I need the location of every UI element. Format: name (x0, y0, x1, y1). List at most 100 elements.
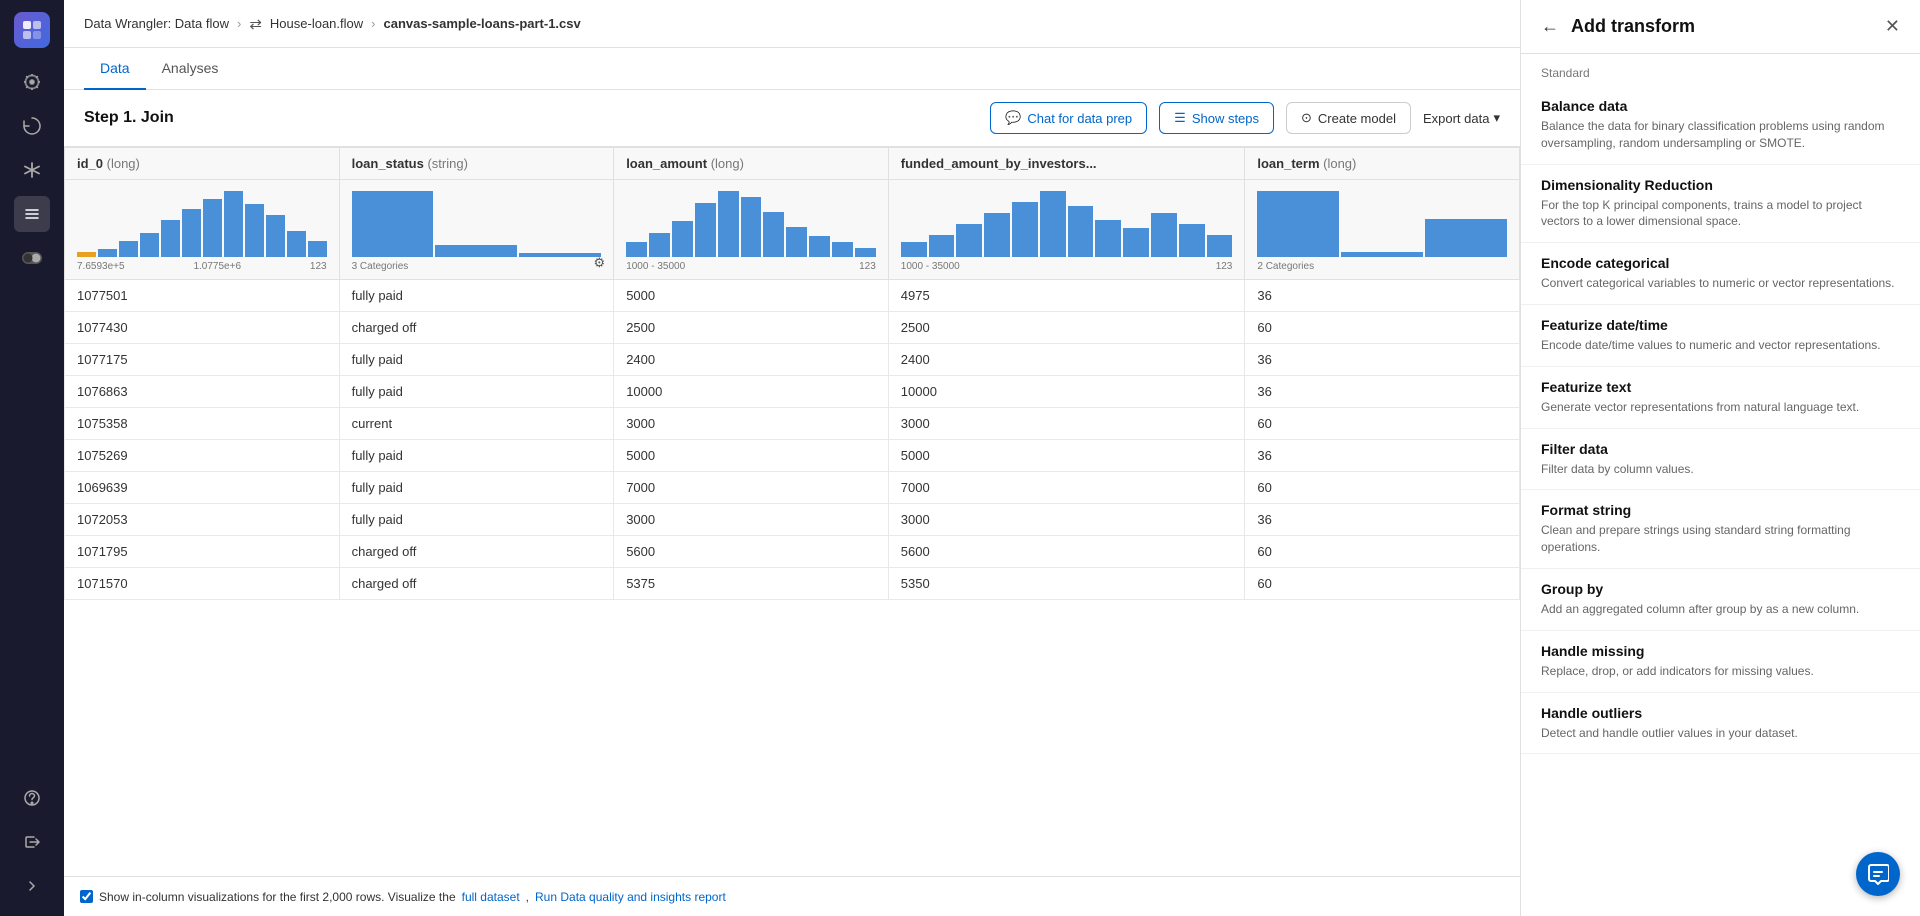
chat-fab[interactable] (1856, 852, 1900, 896)
list-icon[interactable] (14, 196, 50, 232)
refresh-icon[interactable] (14, 108, 50, 144)
gear-icon[interactable] (14, 64, 50, 100)
transform-item[interactable]: Dimensionality ReductionFor the top K pr… (1521, 165, 1920, 244)
hist-bar (119, 241, 138, 257)
hist-bar (308, 241, 327, 257)
bottom-sep: , (526, 890, 529, 904)
transform-name: Handle missing (1541, 643, 1900, 659)
hist-bars-loan-amount (626, 187, 876, 257)
table-cell-id_0: 1071570 (65, 568, 340, 600)
main-content: Data Wrangler: Data flow › ⇄ House-loan.… (64, 0, 1520, 916)
hist-meta-id0: 7.6593e+5 1.0775e+6 123 (77, 261, 327, 272)
hist-bar (140, 233, 159, 257)
table-cell-id_0: 1077175 (65, 344, 340, 376)
transform-item[interactable]: Featurize date/timeEncode date/time valu… (1521, 305, 1920, 367)
table-cell-loan_term: 36 (1245, 344, 1520, 376)
run-quality-report-link[interactable]: Run Data quality and insights report (535, 890, 726, 904)
create-model-button[interactable]: ⊙ Create model (1286, 102, 1411, 134)
toggle-icon[interactable] (14, 240, 50, 276)
hist-bars-id0 (77, 187, 327, 257)
transform-name: Group by (1541, 581, 1900, 597)
transform-item[interactable]: Featurize textGenerate vector representa… (1521, 367, 1920, 429)
hist-count: 123 (1216, 261, 1233, 272)
hist-bar (786, 227, 807, 257)
table-cell-id_0: 1075358 (65, 408, 340, 440)
asterisk-icon[interactable] (14, 152, 50, 188)
help-icon[interactable] (14, 780, 50, 816)
hist-bar (855, 248, 876, 257)
table-row: 1069639fully paid7000700060 (65, 472, 1520, 504)
table-cell-loan_amount: 2400 (614, 344, 889, 376)
table-cell-id_0: 1077430 (65, 312, 340, 344)
export-data-button[interactable]: Export data ▾ (1423, 110, 1500, 126)
table-cell-loan_status: fully paid (339, 344, 614, 376)
hist-bar (1040, 191, 1066, 257)
transform-item[interactable]: Group by Add an aggregated column after g… (1521, 569, 1920, 631)
hist-bar (98, 249, 117, 257)
tab-data[interactable]: Data (84, 48, 146, 90)
col-header-id0: id_0 (long) (65, 148, 340, 180)
signout-icon[interactable] (14, 824, 50, 860)
visualization-checkbox[interactable] (80, 890, 93, 903)
transform-name: Format string (1541, 502, 1900, 518)
hist-loan-term: 2 Categories (1245, 180, 1520, 280)
hist-bar (203, 199, 222, 257)
hist-bar (718, 191, 739, 257)
table-cell-funded_amount: 2400 (888, 344, 1245, 376)
hist-bar (1425, 219, 1507, 258)
panel-close-button[interactable]: ✕ (1885, 16, 1900, 37)
steps-icon: ☰ (1174, 110, 1186, 126)
hist-bar (352, 191, 434, 257)
transform-name: Handle outliers (1541, 705, 1900, 721)
transform-item[interactable]: Handle missingReplace, drop, or add indi… (1521, 631, 1920, 693)
full-dataset-link[interactable]: full dataset (462, 890, 520, 904)
transform-name: Filter data (1541, 441, 1900, 457)
dropdown-icon: ▾ (1493, 110, 1500, 126)
transform-item[interactable]: Format string Clean and prepare strings u… (1521, 490, 1920, 569)
breadcrumb-data-wrangler: Data Wrangler: Data flow (84, 16, 229, 31)
table-row: 1071570charged off5375535060 (65, 568, 1520, 600)
flow-icon: ⇄ (249, 15, 262, 33)
hist-bar (287, 231, 306, 257)
show-steps-button[interactable]: ☰ Show steps (1159, 102, 1274, 134)
transform-name: Encode categorical (1541, 255, 1900, 271)
tab-analyses[interactable]: Analyses (146, 48, 235, 90)
table-scroll[interactable]: id_0 (long) loan_status (string) loan_am… (64, 147, 1520, 876)
data-table-wrapper: id_0 (long) loan_status (string) loan_am… (64, 147, 1520, 916)
hist-id0: 7.6593e+5 1.0775e+6 123 (65, 180, 340, 280)
hist-bar (809, 236, 830, 257)
table-cell-loan_term: 60 (1245, 408, 1520, 440)
hist-bar (956, 224, 982, 257)
transform-desc: Generate vector representations from nat… (1541, 399, 1900, 416)
panel-title: Add transform (1571, 16, 1873, 37)
transform-item[interactable]: Filter dataFilter data by column values. (1521, 429, 1920, 491)
table-cell-id_0: 1076863 (65, 376, 340, 408)
hist-bar (182, 209, 201, 257)
transform-item[interactable]: Encode categorical Convert categorical va… (1521, 243, 1920, 305)
sidebar (0, 0, 64, 916)
transform-item[interactable]: Balance dataBalance the data for binary … (1521, 86, 1920, 165)
breadcrumb-flow: House-loan.flow (270, 16, 363, 31)
table-cell-id_0: 1069639 (65, 472, 340, 504)
hist-bar (741, 197, 762, 257)
transform-desc: Balance the data for binary classificati… (1541, 118, 1900, 152)
hist-filter-icon[interactable]: ⚙ (594, 255, 606, 271)
transform-desc: Encode date/time values to numeric and v… (1541, 337, 1900, 354)
breadcrumb-csv: canvas-sample-loans-part-1.csv (383, 16, 580, 31)
table-cell-loan_amount: 3000 (614, 408, 889, 440)
panel-back-button[interactable]: ← (1541, 16, 1559, 37)
table-cell-loan_term: 60 (1245, 536, 1520, 568)
chat-for-data-prep-button[interactable]: 💬 Chat for data prep (990, 102, 1147, 134)
table-cell-loan_status: fully paid (339, 472, 614, 504)
hist-bar (695, 203, 716, 257)
transform-desc: Convert categorical variables to numeric… (1541, 275, 1900, 292)
hist-bar (649, 233, 670, 257)
table-cell-loan_status: charged off (339, 312, 614, 344)
hist-bar (1207, 235, 1233, 257)
hist-loan-amount: 1000 - 35000 123 (614, 180, 889, 280)
transform-desc: Add an aggregated column after group by … (1541, 601, 1900, 618)
bottom-bar-text: Show in-column visualizations for the fi… (99, 890, 456, 904)
expand-icon[interactable] (14, 868, 50, 904)
transform-desc: Clean and prepare strings using standard… (1541, 522, 1900, 556)
transform-item[interactable]: Handle outliersDetect and handle outlier… (1521, 693, 1920, 755)
